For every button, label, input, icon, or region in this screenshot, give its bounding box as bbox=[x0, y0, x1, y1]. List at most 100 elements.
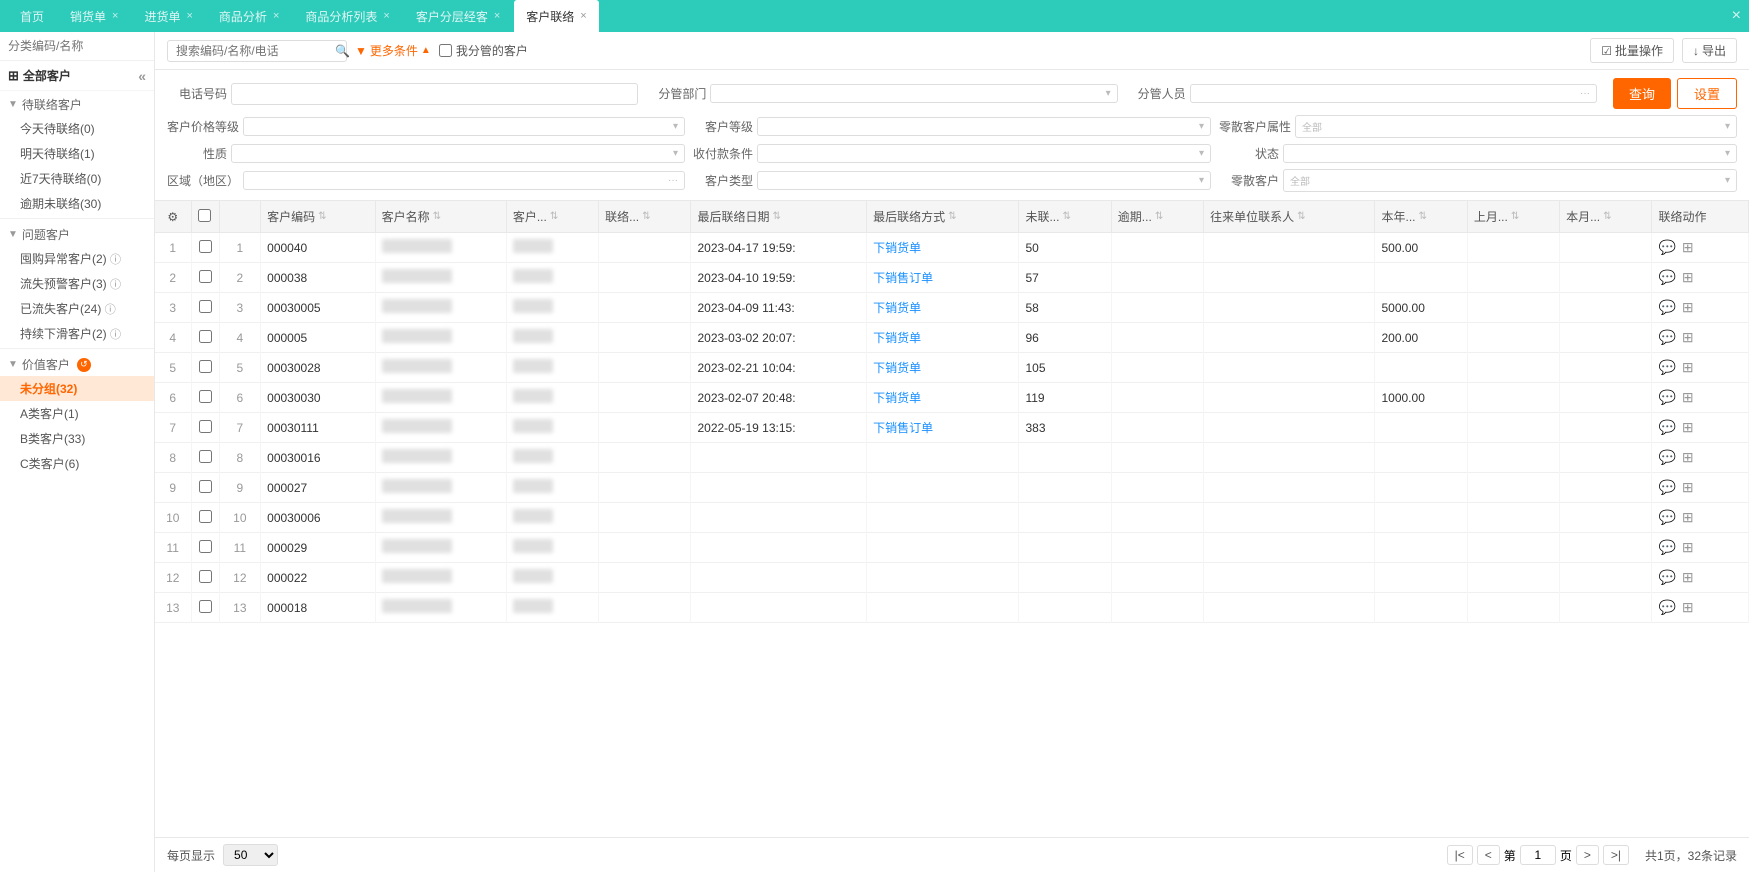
row-checkbox-8[interactable] bbox=[191, 473, 219, 503]
tab-customer-segment-close[interactable]: × bbox=[494, 10, 500, 22]
filter-customer-level-select[interactable]: ▾ bbox=[757, 117, 1211, 136]
sidebar-search-box[interactable]: 🔍 bbox=[0, 32, 154, 61]
row-action-1[interactable]: 💬 ⊞ bbox=[1652, 263, 1749, 293]
row-last-contact-method-3[interactable]: 下销货单 bbox=[867, 323, 1019, 353]
col-last-contact-method-header[interactable]: 最后联络方式⇅ bbox=[867, 201, 1019, 233]
action-chat-icon-12[interactable]: 💬 bbox=[1658, 599, 1675, 616]
sidebar-item-class-c[interactable]: C类客户(6) bbox=[0, 451, 154, 476]
export-button[interactable]: ↓ 导出 bbox=[1682, 38, 1737, 63]
row-checkbox-6[interactable] bbox=[191, 413, 219, 443]
row-last-contact-method-7[interactable] bbox=[867, 443, 1019, 473]
sidebar-all-customers[interactable]: ⊞ 全部客户 « bbox=[0, 61, 154, 91]
filter-my-customers[interactable]: 我分管的客户 bbox=[439, 42, 528, 59]
row-action-3[interactable]: 💬 ⊞ bbox=[1652, 323, 1749, 353]
row-action-10[interactable]: 💬 ⊞ bbox=[1652, 533, 1749, 563]
tab-customer-segment[interactable]: 客户分层经客 × bbox=[404, 0, 512, 32]
row-last-contact-method-9[interactable] bbox=[867, 503, 1019, 533]
action-grid-icon-7[interactable]: ⊞ bbox=[1682, 449, 1694, 466]
tab-customer-contact[interactable]: 客户联络 × bbox=[514, 0, 598, 32]
prev-page-btn[interactable]: < bbox=[1477, 845, 1500, 865]
first-page-btn[interactable]: |< bbox=[1447, 845, 1473, 865]
page-size-select[interactable]: 50 100 200 bbox=[223, 844, 278, 866]
filter-search-input[interactable] bbox=[176, 44, 331, 58]
action-chat-icon-6[interactable]: 💬 bbox=[1658, 419, 1675, 436]
col-type-header[interactable]: 客户...⇅ bbox=[506, 201, 598, 233]
col-name-header[interactable]: 客户名称⇅ bbox=[375, 201, 506, 233]
action-chat-icon-0[interactable]: 💬 bbox=[1658, 239, 1675, 256]
filter-price-level-select[interactable]: ▾ bbox=[243, 117, 685, 136]
action-grid-icon-4[interactable]: ⊞ bbox=[1682, 359, 1694, 376]
tab-sales-close[interactable]: × bbox=[112, 10, 118, 22]
next-page-btn[interactable]: > bbox=[1576, 845, 1599, 865]
sidebar-item-class-b[interactable]: B类客户(33) bbox=[0, 426, 154, 451]
row-checkbox-7[interactable] bbox=[191, 443, 219, 473]
action-grid-icon-12[interactable]: ⊞ bbox=[1682, 599, 1694, 616]
row-action-8[interactable]: 💬 ⊞ bbox=[1652, 473, 1749, 503]
action-chat-icon-1[interactable]: 💬 bbox=[1658, 269, 1675, 286]
row-action-0[interactable]: 💬 ⊞ bbox=[1652, 233, 1749, 263]
action-chat-icon-3[interactable]: 💬 bbox=[1658, 329, 1675, 346]
col-setting[interactable]: ⚙ bbox=[155, 201, 191, 233]
sidebar-item-churned[interactable]: 已流失客户(24) ⓘ bbox=[0, 296, 154, 321]
action-grid-icon-8[interactable]: ⊞ bbox=[1682, 479, 1694, 496]
row-checkbox-12[interactable] bbox=[191, 593, 219, 623]
my-customers-checkbox[interactable] bbox=[439, 44, 452, 57]
sidebar-item-today-pending[interactable]: 今天待联络(0) bbox=[0, 116, 154, 141]
action-chat-icon-10[interactable]: 💬 bbox=[1658, 539, 1675, 556]
col-contact-header[interactable]: 联络...⇅ bbox=[599, 201, 691, 233]
query-button[interactable]: 查询 bbox=[1613, 78, 1671, 109]
row-checkbox-10[interactable] bbox=[191, 533, 219, 563]
action-grid-icon-2[interactable]: ⊞ bbox=[1682, 299, 1694, 316]
sidebar-item-7days-pending[interactable]: 近7天待联络(0) bbox=[0, 166, 154, 191]
window-close-button[interactable]: × bbox=[1732, 7, 1741, 25]
col-last-contact-date-header[interactable]: 最后联络日期⇅ bbox=[691, 201, 867, 233]
value-customers-refresh-icon[interactable]: ↺ bbox=[77, 358, 91, 372]
action-grid-icon-5[interactable]: ⊞ bbox=[1682, 389, 1694, 406]
sidebar-item-overdue-pending[interactable]: 逾期未联络(30) bbox=[0, 191, 154, 216]
filter-search-icon[interactable]: 🔍 bbox=[335, 44, 350, 58]
action-grid-icon-0[interactable]: ⊞ bbox=[1682, 239, 1694, 256]
filter-retail-attr-select[interactable]: 全部 ▾ bbox=[1295, 115, 1737, 138]
col-this-month-header[interactable]: 本月...⇅ bbox=[1560, 201, 1652, 233]
sidebar-item-churn-warning[interactable]: 流失预警客户(3) ⓘ bbox=[0, 271, 154, 296]
batch-operations-button[interactable]: ☑ 批量操作 bbox=[1590, 38, 1674, 63]
sidebar-item-tomorrow-pending[interactable]: 明天待联络(1) bbox=[0, 141, 154, 166]
sidebar-pending-contact[interactable]: ▼ 待联络客户 bbox=[0, 91, 154, 116]
action-chat-icon-7[interactable]: 💬 bbox=[1658, 449, 1675, 466]
row-last-contact-method-10[interactable] bbox=[867, 533, 1019, 563]
row-last-contact-method-5[interactable]: 下销货单 bbox=[867, 383, 1019, 413]
tab-goods-analysis[interactable]: 商品分析 × bbox=[207, 0, 291, 32]
tab-purchase-close[interactable]: × bbox=[186, 10, 192, 22]
tab-customer-contact-close[interactable]: × bbox=[580, 10, 586, 22]
tab-purchase[interactable]: 进货单 × bbox=[132, 0, 204, 32]
page-input[interactable] bbox=[1520, 845, 1556, 865]
row-checkbox-4[interactable] bbox=[191, 353, 219, 383]
row-checkbox-1[interactable] bbox=[191, 263, 219, 293]
select-all-checkbox[interactable] bbox=[198, 209, 211, 222]
filter-nature-select[interactable]: ▾ bbox=[231, 144, 685, 163]
action-grid-icon-6[interactable]: ⊞ bbox=[1682, 419, 1694, 436]
tab-goods-analysis-list-close[interactable]: × bbox=[383, 10, 389, 22]
filter-status-select[interactable]: ▾ bbox=[1283, 144, 1737, 163]
row-action-2[interactable]: 💬 ⊞ bbox=[1652, 293, 1749, 323]
action-chat-icon-11[interactable]: 💬 bbox=[1658, 569, 1675, 586]
action-grid-icon-1[interactable]: ⊞ bbox=[1682, 269, 1694, 286]
col-code-header[interactable]: 客户编码⇅ bbox=[261, 201, 375, 233]
action-grid-icon-11[interactable]: ⊞ bbox=[1682, 569, 1694, 586]
action-chat-icon-5[interactable]: 💬 bbox=[1658, 389, 1675, 406]
filter-more-btn[interactable]: ▼ 更多条件 ▲ bbox=[355, 42, 431, 59]
col-company-contact-header[interactable]: 往来单位联系人⇅ bbox=[1204, 201, 1375, 233]
tab-sales[interactable]: 销货单 × bbox=[58, 0, 130, 32]
sidebar-value-customers[interactable]: ▼ 价值客户 ↺ bbox=[0, 351, 154, 376]
row-action-11[interactable]: 💬 ⊞ bbox=[1652, 563, 1749, 593]
sidebar-item-class-a[interactable]: A类客户(1) bbox=[0, 401, 154, 426]
row-action-7[interactable]: 💬 ⊞ bbox=[1652, 443, 1749, 473]
filter-payment-select[interactable]: ▾ bbox=[757, 144, 1211, 163]
action-grid-icon-10[interactable]: ⊞ bbox=[1682, 539, 1694, 556]
tab-home[interactable]: 首页 bbox=[8, 0, 56, 32]
row-checkbox-3[interactable] bbox=[191, 323, 219, 353]
row-last-contact-method-0[interactable]: 下销货单 bbox=[867, 233, 1019, 263]
row-last-contact-method-4[interactable]: 下销货单 bbox=[867, 353, 1019, 383]
last-page-btn[interactable]: >| bbox=[1603, 845, 1629, 865]
row-checkbox-9[interactable] bbox=[191, 503, 219, 533]
